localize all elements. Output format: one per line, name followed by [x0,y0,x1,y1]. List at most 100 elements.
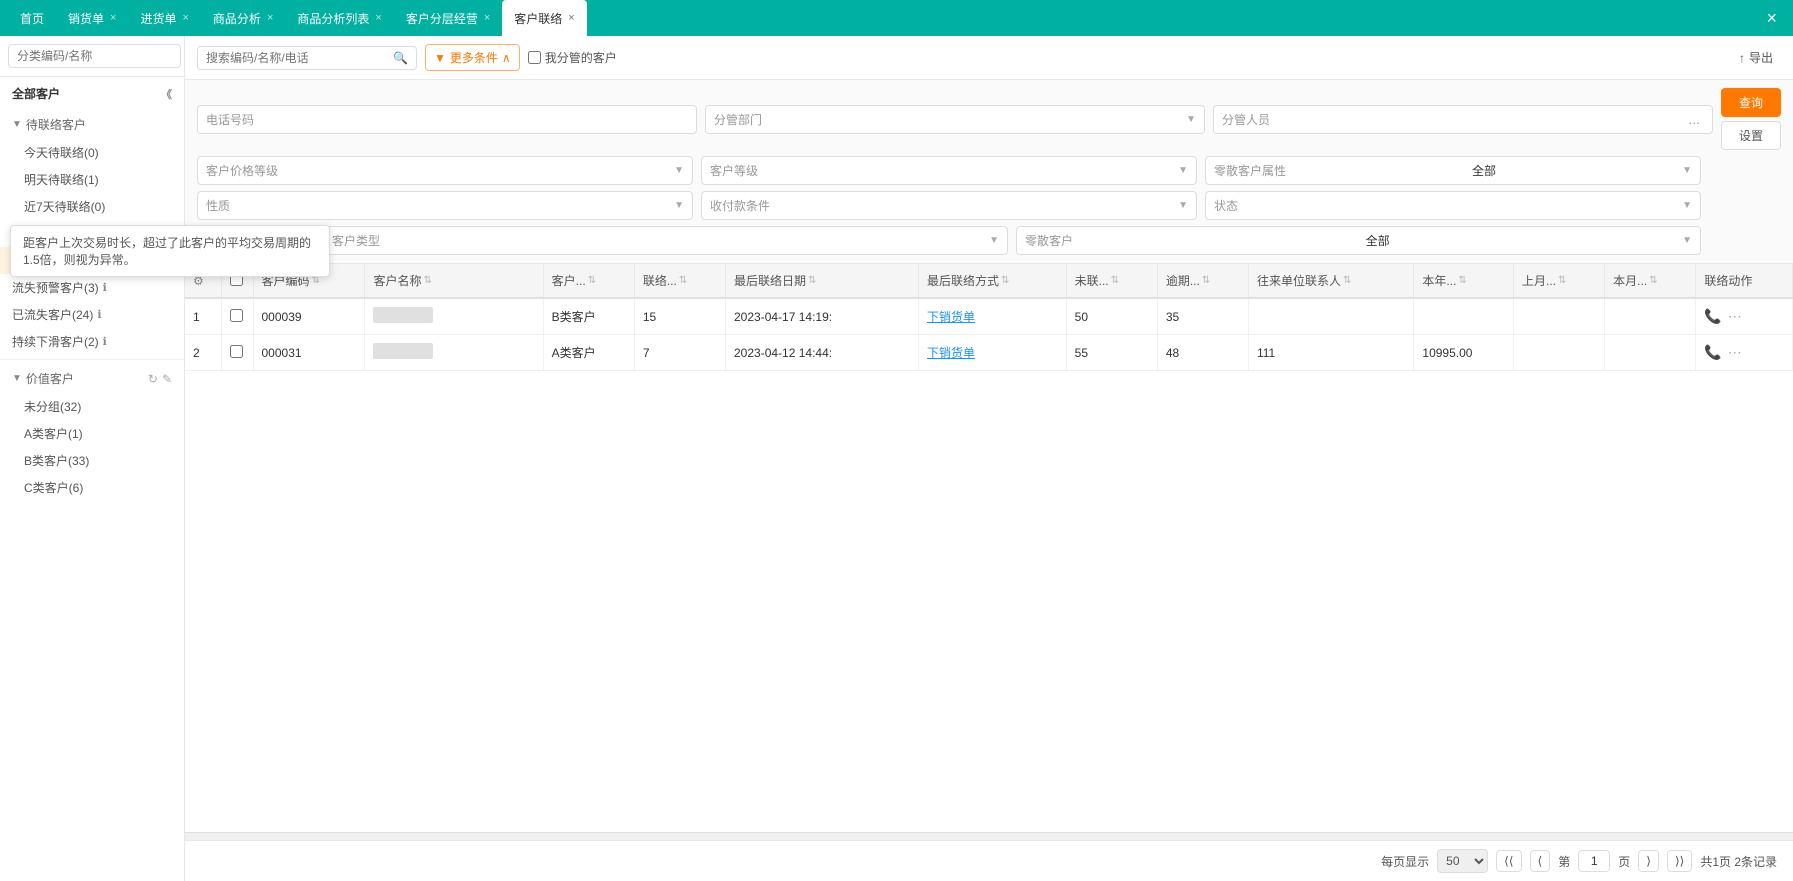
sort-icon[interactable]: ⇅ [423,275,431,286]
td-this-month [1605,335,1696,371]
sidebar-item-tomorrow[interactable]: 明天待联络(1) [0,166,184,193]
sidebar-item-ungrouped[interactable]: 未分组(32) [0,393,184,420]
nav-customer-contact[interactable]: 客户联络 × [502,0,586,36]
sidebar-item-class-a[interactable]: A类客户(1) [0,420,184,447]
td-checkbox [221,335,253,371]
filter-phone[interactable]: 电话号码 [197,105,697,134]
export-btn[interactable]: ↑ 导出 [1731,45,1781,70]
td-index: 2 [185,335,221,371]
filter-nature[interactable]: 性质 ▼ [197,191,693,220]
sort-icon[interactable]: ⇅ [1111,275,1119,286]
close-icon[interactable]: × [484,12,490,24]
filter-retail-customer[interactable]: 零散客户 全部 ▼ [1016,226,1701,255]
sidebar-item-churned[interactable]: 已流失客户(24) ℹ [0,301,184,328]
filter-customer-type[interactable]: 客户类型 ▼ [323,226,1008,255]
dropdown-icon: ▼ [1186,114,1196,125]
horizontal-scrollbar[interactable] [185,832,1793,840]
sidebar-search-input[interactable] [8,44,181,68]
sidebar: 🔍 全部客户 《 ▼ 待联络客户 今天待联络(0) 明天待联络(1) 近7天待联… [0,36,185,881]
sidebar-item-today[interactable]: 今天待联络(0) [0,139,184,166]
row-checkbox[interactable] [230,309,243,322]
close-icon[interactable]: × [375,12,381,24]
value-customer-group[interactable]: ▼ 价值客户 ↻ ✎ [0,364,184,393]
filter-retail-attr[interactable]: 零散客户属性 全部 ▼ [1205,156,1701,185]
filter-actions: 查询 设置 [1721,88,1781,150]
sort-icon[interactable]: ⇅ [808,275,816,286]
td-checkbox [221,298,253,335]
my-customer-checkbox-input[interactable] [528,51,541,64]
window-close-button[interactable]: × [1758,8,1785,29]
sort-icon[interactable]: ⇅ [1202,275,1210,286]
contact-icon[interactable]: 📞 [1704,308,1721,325]
dropdown-icon: ▼ [1682,165,1692,176]
close-icon[interactable]: × [568,12,574,24]
table-row: 1 000039 B类客户 [185,298,1793,335]
sort-icon[interactable]: ⇅ [1458,275,1466,286]
td-last-month [1513,335,1604,371]
td-uncontacted: 50 [1066,298,1157,335]
sort-icon[interactable]: ⇅ [1649,275,1657,286]
search-box[interactable]: 🔍 [197,46,417,70]
customer-name-masked [373,307,433,323]
filter-person[interactable]: 分管人员 ... [1213,105,1713,134]
page-number-input[interactable] [1578,850,1610,872]
sidebar-item-class-b[interactable]: B类客户(33) [0,447,184,474]
close-icon[interactable]: × [267,12,273,24]
nav-sales[interactable]: 销货单 × [56,0,128,36]
refresh-icon[interactable]: ↻ [148,372,158,386]
filter-status[interactable]: 状态 ▼ [1205,191,1701,220]
next-page-button[interactable]: ⟩ [1638,850,1659,872]
filter-price-grade[interactable]: 客户价格等级 ▼ [197,156,693,185]
nav-product-analysis-list[interactable]: 商品分析列表 × [285,0,393,36]
info-icon: ℹ [103,335,107,348]
more-action-icon[interactable]: ⋯ [1728,308,1742,325]
close-icon[interactable]: × [182,12,188,24]
nav-product-analysis[interactable]: 商品分析 × [201,0,285,36]
th-type: 客户... ⇅ [543,264,634,298]
more-action-icon[interactable]: ⋯ [1728,344,1742,361]
close-icon[interactable]: × [110,12,116,24]
search-icon[interactable]: 🔍 [393,51,408,65]
nav-purchase[interactable]: 进货单 × [128,0,200,36]
my-customer-checkbox[interactable]: 我分管的客户 [528,49,617,66]
th-this-year: 本年... ⇅ [1414,264,1514,298]
dropdown-icon: ▼ [989,235,999,246]
prev-page-button[interactable]: ⟨ [1530,850,1551,872]
search-input[interactable] [206,51,393,65]
sidebar-item-declining[interactable]: 持续下滑客户(2) ℹ [0,328,184,355]
sidebar-item-churn-warning[interactable]: 流失预警客户(3) ℹ [0,274,184,301]
all-customers-header[interactable]: 全部客户 《 [0,77,184,110]
more-filter-button[interactable]: ▼ 更多条件 ∧ [425,44,520,71]
sidebar-item-class-c[interactable]: C类客户(6) [0,474,184,501]
sidebar-item-7days[interactable]: 近7天待联络(0) [0,193,184,220]
first-page-button[interactable]: ⟨⟨ [1496,850,1521,872]
dropdown-icon: ▼ [1682,200,1692,211]
sort-icon[interactable]: ⇅ [588,275,596,286]
td-last-contact-date: 2023-04-12 14:44: [726,335,919,371]
last-page-button[interactable]: ⟩⟩ [1667,850,1692,872]
td-index: 1 [185,298,221,335]
nav-home[interactable]: 首页 [8,0,56,36]
filter-row-1: 电话号码 分管部门 ▼ 分管人员 ... 查询 设置 [197,88,1781,150]
sort-icon[interactable]: ⇅ [1558,275,1566,286]
sort-icon[interactable]: ⇅ [679,275,687,286]
main-layout: 🔍 全部客户 《 ▼ 待联络客户 今天待联络(0) 明天待联络(1) 近7天待联… [0,36,1793,881]
sort-icon[interactable]: ⇅ [1001,275,1009,286]
filter-customer-grade[interactable]: 客户等级 ▼ [701,156,1197,185]
nav-customer-tier[interactable]: 客户分层经营 × [394,0,502,36]
td-last-contact-method: 下销货单 [919,298,1067,335]
page-size-select[interactable]: 50 20 100 [1437,849,1488,873]
td-last-contact-date: 2023-04-17 14:19: [726,298,919,335]
contact-icon[interactable]: 📞 [1704,344,1721,361]
query-button[interactable]: 查询 [1721,88,1781,117]
filter-payment[interactable]: 收付款条件 ▼ [701,191,1197,220]
edit-icon[interactable]: ✎ [162,372,172,386]
dropdown-icon: ▼ [674,200,684,211]
sort-icon[interactable]: ⇅ [1343,275,1351,286]
row-checkbox[interactable] [230,345,243,358]
action-icons: 📞 ⋯ [1704,344,1784,361]
pending-contact-group[interactable]: ▼ 待联络客户 [0,110,184,139]
settings-button[interactable]: 设置 [1721,121,1781,150]
filter-dept[interactable]: 分管部门 ▼ [705,105,1205,134]
td-name [365,298,543,335]
